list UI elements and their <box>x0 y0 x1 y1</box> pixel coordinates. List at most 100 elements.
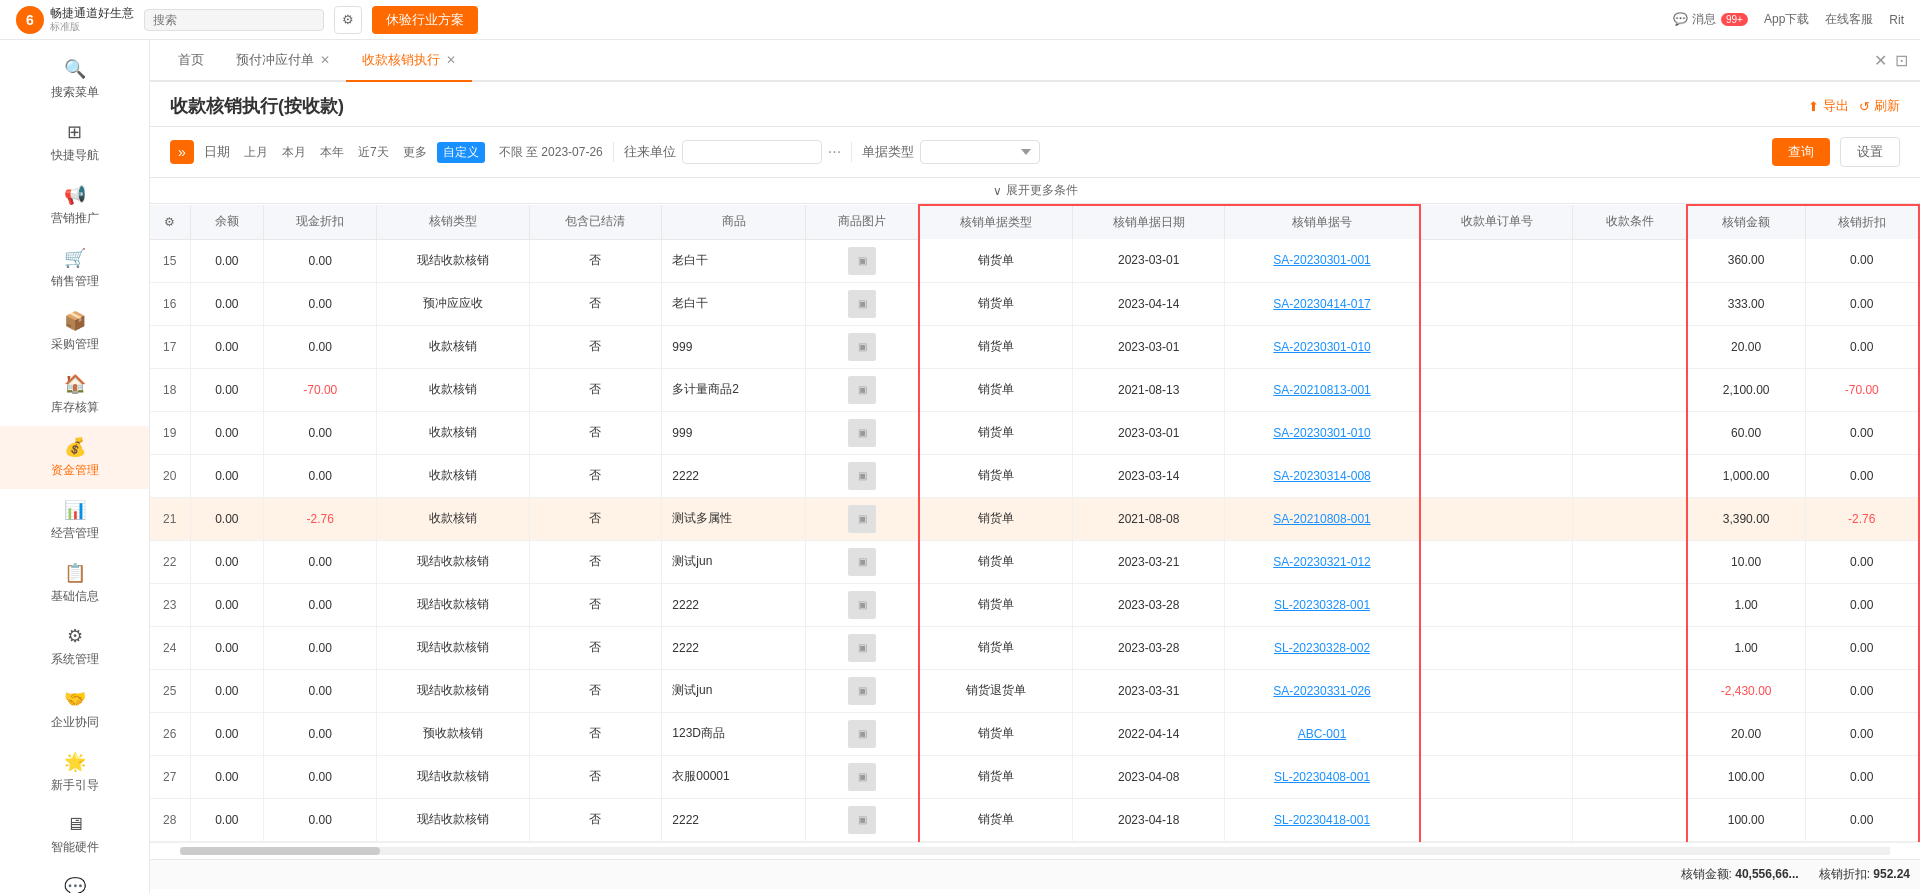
table-row[interactable]: 28 0.00 0.00 现结收款核销 否 2222 ▣ 销货单 2023-04… <box>150 798 1919 841</box>
close-window-icon[interactable]: ✕ <box>1874 51 1887 70</box>
row-cash-discount: -2.76 <box>264 497 377 540</box>
row-cash-discount: 0.00 <box>264 798 377 841</box>
sidebar-item-search[interactable]: 🔍 搜索菜单 <box>0 48 149 111</box>
table-settings-btn[interactable]: 设置 <box>1840 137 1900 167</box>
sidebar-item-smart-hw[interactable]: 🖥 智能硬件 <box>0 804 149 866</box>
row-bill-no[interactable]: SL-20230328-001 <box>1225 583 1420 626</box>
goods-image-cell: ▣ <box>805 540 919 583</box>
row-id: 20 <box>150 454 190 497</box>
table-row[interactable]: 22 0.00 0.00 现结收款核销 否 测试jun ▣ 销货单 2023-0… <box>150 540 1919 583</box>
filter-expand-btn[interactable]: » <box>170 140 194 164</box>
sidebar-item-base-info[interactable]: 📋 基础信息 <box>0 552 149 615</box>
row-bill-no[interactable]: SA-20230321-012 <box>1225 540 1420 583</box>
row-verify-amount: 2,100.00 <box>1687 368 1805 411</box>
table-row[interactable]: 19 0.00 0.00 收款核销 否 999 ▣ 销货单 2023-03-01… <box>150 411 1919 454</box>
sidebar-label-purchase: 采购管理 <box>51 336 99 353</box>
row-bill-no[interactable]: SL-20230418-001 <box>1225 798 1420 841</box>
table-row[interactable]: 24 0.00 0.00 现结收款核销 否 2222 ▣ 销货单 2023-03… <box>150 626 1919 669</box>
table-row[interactable]: 26 0.00 0.00 预收款核销 否 123D商品 ▣ 销货单 2022-0… <box>150 712 1919 755</box>
footer-verify-discount: 核销折扣: 952.24 <box>1819 866 1910 883</box>
tab-prepay[interactable]: 预付冲应付单 ✕ <box>220 40 346 82</box>
row-bill-no[interactable]: ABC-001 <box>1225 712 1420 755</box>
sidebar-item-business[interactable]: 📊 经营管理 <box>0 489 149 552</box>
row-balance: 0.00 <box>190 755 264 798</box>
row-bill-no[interactable]: SA-20230314-008 <box>1225 454 1420 497</box>
row-verify-discount: 0.00 <box>1805 583 1919 626</box>
table-row[interactable]: 18 0.00 -70.00 收款核销 否 多计量商品2 ▣ 销货单 2021-… <box>150 368 1919 411</box>
row-bill-no[interactable]: SL-20230408-001 <box>1225 755 1420 798</box>
date-this-month[interactable]: 本月 <box>278 142 310 163</box>
expand-more-btn[interactable]: ∨ 展开更多条件 <box>993 182 1078 199</box>
sidebar-label-enterprise: 企业协同 <box>51 714 99 731</box>
date-7days[interactable]: 近7天 <box>354 142 393 163</box>
table-row[interactable]: 23 0.00 0.00 现结收款核销 否 2222 ▣ 销货单 2023-03… <box>150 583 1919 626</box>
export-btn[interactable]: ⬆ 导出 <box>1808 97 1849 115</box>
table-row[interactable]: 17 0.00 0.00 收款核销 否 999 ▣ 销货单 2023-03-01… <box>150 325 1919 368</box>
sidebar-item-system[interactable]: ⚙ 系统管理 <box>0 615 149 678</box>
row-id: 18 <box>150 368 190 411</box>
sidebar-item-enterprise[interactable]: 🤝 企业协同 <box>0 678 149 741</box>
row-verify-type: 现结收款核销 <box>377 755 529 798</box>
row-bill-no[interactable]: SA-20210808-001 <box>1225 497 1420 540</box>
row-balance: 0.00 <box>190 626 264 669</box>
table-row[interactable]: 27 0.00 0.00 现结收款核销 否 衣服00001 ▣ 销货单 2023… <box>150 755 1919 798</box>
row-balance: 0.00 <box>190 497 264 540</box>
horizontal-scrollbar[interactable] <box>180 847 1890 855</box>
row-goods: 123D商品 <box>662 712 806 755</box>
partner-dots[interactable]: ··· <box>828 143 841 161</box>
bill-type-select[interactable] <box>920 140 1040 164</box>
sidebar-item-wechat[interactable]: 💬 企业微信 <box>0 866 149 893</box>
date-this-year[interactable]: 本年 <box>316 142 348 163</box>
col-settings[interactable]: ⚙ <box>150 205 190 239</box>
row-goods: 多计量商品2 <box>662 368 806 411</box>
sidebar-label-business: 经营管理 <box>51 525 99 542</box>
table-row[interactable]: 15 0.00 0.00 现结收款核销 否 老白干 ▣ 销货单 2023-03-… <box>150 239 1919 282</box>
row-bill-no[interactable]: SL-20230328-002 <box>1225 626 1420 669</box>
sidebar-label-marketing: 营销推广 <box>51 210 99 227</box>
industry-btn[interactable]: 休验行业方案 <box>372 6 478 34</box>
date-custom[interactable]: 自定义 <box>437 142 485 163</box>
settings-icon[interactable]: ⚙ <box>334 6 362 34</box>
guide-icon: 🌟 <box>64 751 86 773</box>
row-bill-type: 销货单 <box>919 626 1072 669</box>
row-receipt-order <box>1420 669 1573 712</box>
tab-prepay-label: 预付冲应付单 <box>236 51 314 69</box>
row-receipt-order <box>1420 282 1573 325</box>
row-bill-no[interactable]: SA-20230301-010 <box>1225 325 1420 368</box>
sidebar-item-inventory[interactable]: 🏠 库存核算 <box>0 363 149 426</box>
maximize-window-icon[interactable]: ⊡ <box>1895 51 1908 70</box>
app-download-btn[interactable]: App下载 <box>1764 11 1809 28</box>
sidebar-item-quick-nav[interactable]: ⊞ 快捷导航 <box>0 111 149 174</box>
sidebar-item-funds[interactable]: 💰 资金管理 <box>0 426 149 489</box>
table-row[interactable]: 16 0.00 0.00 预冲应应收 否 老白干 ▣ 销货单 2023-04-1… <box>150 282 1919 325</box>
online-service-btn[interactable]: 在线客服 <box>1825 11 1873 28</box>
row-bill-no[interactable]: SA-20230414-017 <box>1225 282 1420 325</box>
row-receipt-condition <box>1573 712 1687 755</box>
sidebar-item-guide[interactable]: 🌟 新手引导 <box>0 741 149 804</box>
table-row[interactable]: 25 0.00 0.00 现结收款核销 否 测试jun ▣ 销货退货单 2023… <box>150 669 1919 712</box>
query-btn[interactable]: 查询 <box>1772 138 1830 166</box>
sidebar-item-purchase[interactable]: 📦 采购管理 <box>0 300 149 363</box>
sidebar-item-marketing[interactable]: 📢 营销推广 <box>0 174 149 237</box>
sidebar-item-sales[interactable]: 🛒 销售管理 <box>0 237 149 300</box>
row-bill-no[interactable]: SA-20230301-001 <box>1225 239 1420 282</box>
row-id: 24 <box>150 626 190 669</box>
table-row[interactable]: 20 0.00 0.00 收款核销 否 2222 ▣ 销货单 2023-03-1… <box>150 454 1919 497</box>
messages-btn[interactable]: 💬 消息 99+ <box>1673 11 1748 28</box>
row-bill-no[interactable]: SA-20230331-026 <box>1225 669 1420 712</box>
tab-receivable[interactable]: 收款核销执行 ✕ <box>346 40 472 82</box>
tab-prepay-close[interactable]: ✕ <box>320 53 330 67</box>
table-container: ⚙ 余额 现金折扣 核销类型 包含已结清 商品 商品图片 核销单据类型 核销单据… <box>150 204 1920 893</box>
table-row[interactable]: 21 0.00 -2.76 收款核销 否 测试多属性 ▣ 销货单 2021-08… <box>150 497 1919 540</box>
row-include-settled: 否 <box>529 626 662 669</box>
date-more[interactable]: 更多 <box>399 142 431 163</box>
refresh-btn[interactable]: ↺ 刷新 <box>1859 97 1900 115</box>
tab-receivable-close[interactable]: ✕ <box>446 53 456 67</box>
partner-input[interactable] <box>682 140 822 164</box>
tab-home[interactable]: 首页 <box>162 40 220 82</box>
page-title: 收款核销执行(按收款) <box>170 94 344 118</box>
row-bill-no[interactable]: SA-20210813-001 <box>1225 368 1420 411</box>
date-last-month[interactable]: 上月 <box>240 142 272 163</box>
global-search-input[interactable] <box>144 9 324 31</box>
row-bill-no[interactable]: SA-20230301-010 <box>1225 411 1420 454</box>
